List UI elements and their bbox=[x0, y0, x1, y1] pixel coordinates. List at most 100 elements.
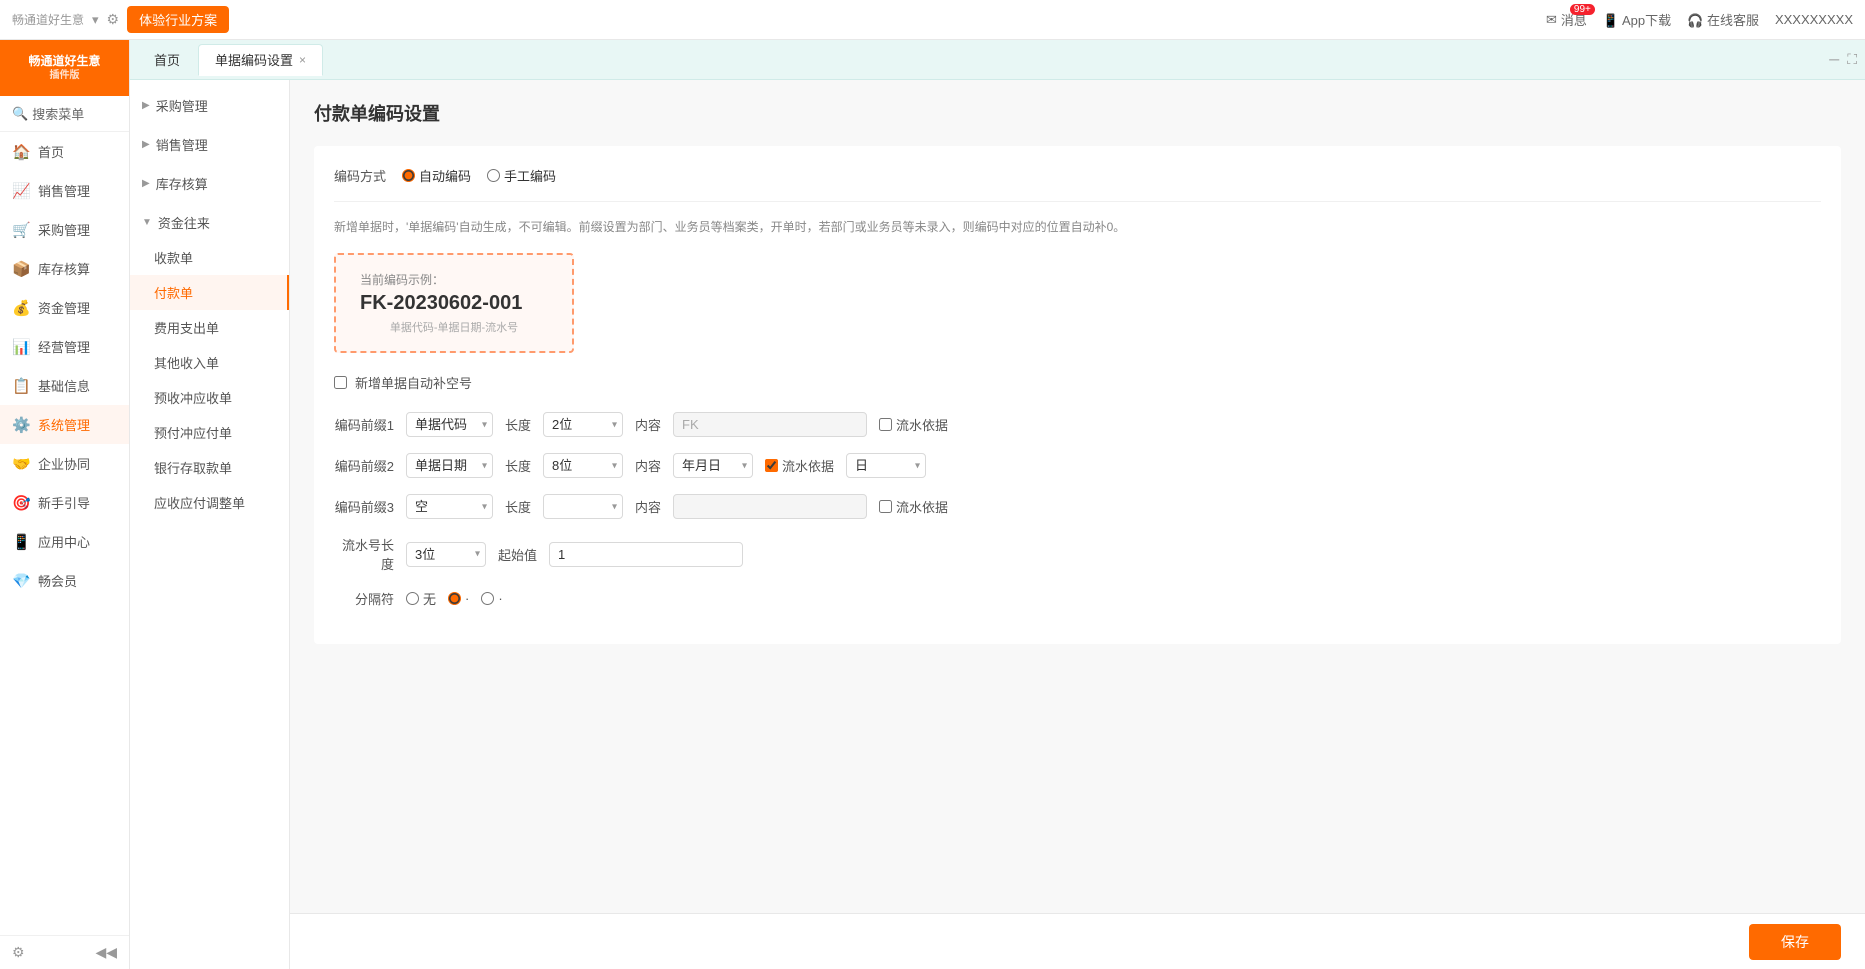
sub-menu-item-other-income[interactable]: 其他收入单 bbox=[130, 345, 289, 380]
length2-select[interactable]: 8位 4位 6位 bbox=[543, 453, 623, 478]
sales-icon: 📈 bbox=[12, 182, 30, 200]
settings-bottom-icon[interactable]: ⚙ bbox=[12, 944, 25, 961]
length1-select[interactable]: 2位 4位 6位 bbox=[543, 412, 623, 437]
sub-menu-sales-header[interactable]: ▶ 销售管理 bbox=[130, 127, 289, 162]
separator-dot1-radio[interactable] bbox=[448, 592, 461, 605]
top-bar: 畅通道好生意 ▾ ⚙ 体验行业方案 ✉ 消息 99+ 📱 App下载 🎧 在线客… bbox=[0, 0, 1865, 40]
user-name[interactable]: XXXXXXXXX bbox=[1775, 12, 1853, 27]
watermark1-row[interactable]: 流水依据 bbox=[879, 415, 948, 434]
maximize-icon[interactable]: ⛶ bbox=[1847, 51, 1857, 68]
sidebar-item-enterprise[interactable]: 🤝 企业协同 bbox=[0, 444, 129, 483]
right-area: 付款单编码设置 编码方式 自动编码 bbox=[290, 80, 1865, 969]
serial-length-select-wrapper[interactable]: 3位 4位 5位 6位 bbox=[406, 542, 486, 567]
top-bar-right: ✉ 消息 99+ 📱 App下载 🎧 在线客服 XXXXXXXXX bbox=[1546, 10, 1853, 29]
separator-dot2[interactable]: · bbox=[481, 591, 502, 606]
settings-icon[interactable]: ⚙ bbox=[107, 11, 120, 28]
sidebar-item-sales[interactable]: 📈 销售管理 bbox=[0, 171, 129, 210]
tab-current-label: 单据编码设置 bbox=[215, 50, 293, 69]
length3-select-wrapper[interactable]: 2位 4位 bbox=[543, 494, 623, 519]
sidebar-item-label: 销售管理 bbox=[38, 181, 90, 200]
online-service[interactable]: 🎧 在线客服 bbox=[1687, 10, 1759, 29]
prefix2-select-wrapper[interactable]: 单据日期 空 bbox=[406, 453, 493, 478]
auto-fill-checkbox[interactable] bbox=[334, 376, 347, 389]
apps-icon: 📱 bbox=[12, 533, 30, 551]
watermark3-row[interactable]: 流水依据 bbox=[879, 497, 948, 516]
content2-select[interactable]: 年月日 年月 年 bbox=[673, 453, 753, 478]
sidebar-item-finance[interactable]: 💰 资金管理 bbox=[0, 288, 129, 327]
prefix1-select[interactable]: 单据代码 空 bbox=[406, 412, 493, 437]
watermark2-value-wrapper[interactable]: 日 月 年 bbox=[846, 453, 926, 478]
separator-none-radio[interactable] bbox=[406, 592, 419, 605]
start-value-label: 起始值 bbox=[498, 545, 537, 564]
sub-menu-item-bank[interactable]: 银行存取款单 bbox=[130, 450, 289, 485]
minimize-icon[interactable]: ─ bbox=[1829, 51, 1839, 68]
sidebar-item-purchase[interactable]: 🛒 采购管理 bbox=[0, 210, 129, 249]
sub-menu-item-expense[interactable]: 费用支出单 bbox=[130, 310, 289, 345]
sub-menu-sales: ▶ 销售管理 bbox=[130, 127, 289, 162]
content3-label: 内容 bbox=[635, 497, 661, 516]
tab-home-label: 首页 bbox=[154, 50, 180, 69]
messages-area[interactable]: ✉ 消息 99+ bbox=[1546, 10, 1587, 29]
sidebar-item-inventory[interactable]: 📦 库存核算 bbox=[0, 249, 129, 288]
sub-menu-item-payment[interactable]: 付款单 bbox=[130, 275, 289, 310]
watermark1-checkbox[interactable] bbox=[879, 418, 892, 431]
search-menu[interactable]: 🔍 搜索菜单 bbox=[0, 96, 129, 132]
length1-select-wrapper[interactable]: 2位 4位 6位 bbox=[543, 412, 623, 437]
watermark2-row[interactable]: 流水依据 bbox=[765, 456, 834, 475]
sidebar-item-guide[interactable]: 🎯 新手引导 bbox=[0, 483, 129, 522]
sidebar-item-system[interactable]: ⚙️ 系统管理 bbox=[0, 405, 129, 444]
sidebar-item-basic[interactable]: 📋 基础信息 bbox=[0, 366, 129, 405]
watermark3-checkbox[interactable] bbox=[879, 500, 892, 513]
separator-none[interactable]: 无 bbox=[406, 589, 436, 608]
prefix3-select[interactable]: 空 单据代码 单据日期 bbox=[406, 494, 493, 519]
tab-current[interactable]: 单据编码设置 × bbox=[198, 44, 323, 76]
sub-menu-purchase-header[interactable]: ▶ 采购管理 bbox=[130, 88, 289, 123]
radio-manual[interactable]: 手工编码 bbox=[487, 166, 556, 185]
sidebar-bottom: ⚙ ◀◀ bbox=[0, 935, 129, 969]
sub-menu-item-prepay-offset[interactable]: 预收冲应收单 bbox=[130, 380, 289, 415]
breadcrumb: 畅通道好生意 bbox=[12, 11, 84, 28]
radio-auto[interactable]: 自动编码 bbox=[402, 166, 471, 185]
length2-select-wrapper[interactable]: 8位 4位 6位 bbox=[543, 453, 623, 478]
sub-menu-item-adjust[interactable]: 应收应付调整单 bbox=[130, 485, 289, 520]
sub-menu-inventory-header[interactable]: ▶ 库存核算 bbox=[130, 166, 289, 201]
tab-home[interactable]: 首页 bbox=[138, 44, 196, 76]
app-download[interactable]: 📱 App下载 bbox=[1603, 10, 1671, 29]
sub-menu-inventory-label: 库存核算 bbox=[156, 174, 208, 193]
separator-options: 无 · · bbox=[406, 589, 503, 608]
online-service-label: 在线客服 bbox=[1707, 13, 1759, 28]
watermark2-value-select[interactable]: 日 月 年 bbox=[846, 453, 926, 478]
prefix2-select[interactable]: 单据日期 空 bbox=[406, 453, 493, 478]
tab-close-icon[interactable]: × bbox=[299, 53, 306, 67]
length3-select[interactable]: 2位 4位 bbox=[543, 494, 623, 519]
prefix3-select-wrapper[interactable]: 空 单据代码 单据日期 bbox=[406, 494, 493, 519]
sub-menu-item-prepay-offset2[interactable]: 预付冲应付单 bbox=[130, 415, 289, 450]
separator-none-label: 无 bbox=[423, 589, 436, 608]
prefix3-label: 编码前缀3 bbox=[334, 497, 394, 516]
sidebar-item-member[interactable]: 💎 畅会员 bbox=[0, 561, 129, 600]
separator-dot1[interactable]: · bbox=[448, 591, 469, 606]
trial-button[interactable]: 体验行业方案 bbox=[127, 6, 229, 33]
watermark2-checkbox[interactable] bbox=[765, 459, 778, 472]
sidebar-item-label: 畅会员 bbox=[38, 571, 77, 590]
search-menu-label: 搜索菜单 bbox=[32, 104, 84, 123]
serial-length-select[interactable]: 3位 4位 5位 6位 bbox=[406, 542, 486, 567]
sub-menu-item-receipt[interactable]: 收款单 bbox=[130, 240, 289, 275]
prefix1-select-wrapper[interactable]: 单据代码 空 bbox=[406, 412, 493, 437]
sidebar-item-label: 经营管理 bbox=[38, 337, 90, 356]
separator-dot2-radio[interactable] bbox=[481, 592, 494, 605]
sub-menu-funds-header[interactable]: ▼ 资金往来 bbox=[130, 205, 289, 240]
radio-manual-input[interactable] bbox=[487, 169, 500, 182]
finance-icon: 💰 bbox=[12, 299, 30, 317]
radio-auto-input[interactable] bbox=[402, 169, 415, 182]
collapse-icon[interactable]: ◀◀ bbox=[95, 944, 117, 961]
save-button[interactable]: 保存 bbox=[1749, 924, 1841, 960]
sidebar-item-home[interactable]: 🏠 首页 bbox=[0, 132, 129, 171]
sidebar-item-apps[interactable]: 📱 应用中心 bbox=[0, 522, 129, 561]
sidebar-item-business[interactable]: 📊 经营管理 bbox=[0, 327, 129, 366]
content2-select-wrapper[interactable]: 年月日 年月 年 bbox=[673, 453, 753, 478]
arrow-right-icon: ▶ bbox=[142, 178, 150, 189]
encoding-mode-row: 编码方式 自动编码 手工编码 bbox=[334, 166, 1821, 202]
dropdown-arrow-icon[interactable]: ▾ bbox=[92, 12, 99, 28]
start-value-input[interactable] bbox=[549, 542, 743, 567]
